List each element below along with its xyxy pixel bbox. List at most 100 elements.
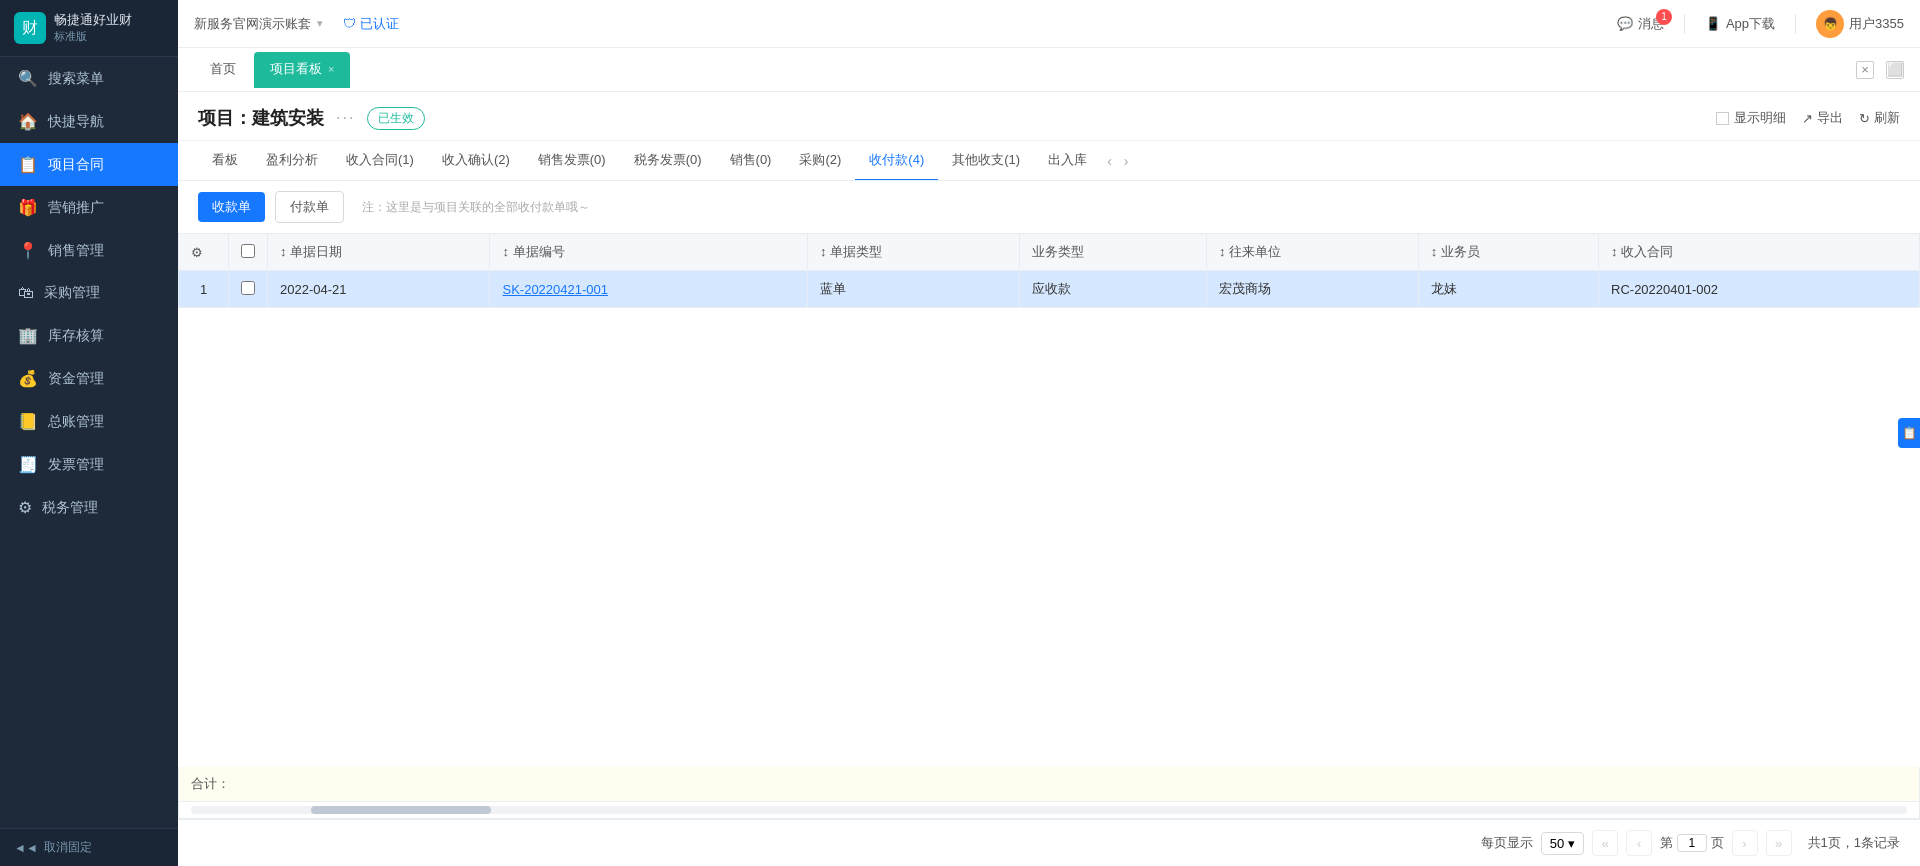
side-panel-toggle[interactable]: 📋 [1898,418,1920,448]
tab-close-icon[interactable]: × [328,63,334,75]
col-type-label: ↕ 单据类型 [820,244,882,259]
sidebar-item-9[interactable]: 🧾发票管理 [0,443,178,486]
sidebar-header: 财 畅捷通好业财 标准版 [0,0,178,57]
sub-tab-inventory[interactable]: 出入库 [1034,141,1101,181]
sub-tab-profit[interactable]: 盈利分析 [252,141,332,181]
project-prefix: 项目： [198,108,252,128]
next-page-button[interactable]: › [1732,830,1758,856]
sidebar-item-10[interactable]: ⚙税务管理 [0,486,178,529]
account-selector[interactable]: 新服务官网演示账套 ▾ [194,15,323,33]
nav-icon-1: 🏠 [18,112,38,131]
nav-icon-7: 💰 [18,369,38,388]
project-title: 项目：建筑安装 [198,106,324,130]
sidebar-item-7[interactable]: 💰资金管理 [0,357,178,400]
export-button[interactable]: ↗ 导出 [1802,109,1843,127]
table-summary: 合计： [178,767,1920,802]
sidebar-nav: 🔍搜索菜单 🏠 快捷导航 📋项目合同🎁营销推广 📍 销售管理 🛍采购管理🏢库存核算💰资金管理… [0,57,178,828]
col-header-contract[interactable]: ↕ 收入合同 [1599,234,1920,271]
app-download-button[interactable]: 📱 App下载 [1705,15,1775,33]
cell-biz-type: 应收款 [1019,271,1206,308]
sidebar-item-4[interactable]: 📍 销售管理 [0,229,178,272]
show-detail-checkbox[interactable]: 显示明细 [1716,109,1786,127]
app-logo: 财 [14,12,46,44]
col-salesman-label: ↕ 业务员 [1431,244,1480,259]
scroll-track[interactable] [191,806,1907,814]
refresh-button[interactable]: ↻ 刷新 [1859,109,1900,127]
sidebar-item-8[interactable]: 📒总账管理 [0,400,178,443]
sidebar-item-2[interactable]: 📋项目合同 [0,143,178,186]
cell-number[interactable]: SK-20220421-001 [490,271,807,308]
col-date-label: ↕ 单据日期 [280,244,342,259]
number-link[interactable]: SK-20220421-001 [502,282,608,297]
cell-type: 蓝单 [807,271,1019,308]
checkbox-icon [1716,112,1729,125]
page-number-input[interactable] [1677,834,1707,852]
filter-bar: 收款单 付款单 注：这里是与项目关联的全部收付款单哦～ [178,181,1920,233]
last-page-button[interactable]: » [1766,830,1792,856]
table-scrollbar[interactable] [178,802,1920,819]
sub-tab-sales-invoice[interactable]: 销售发票(0) [524,141,620,181]
sub-tab-sales[interactable]: 销售(0) [716,141,786,181]
first-page-button[interactable]: « [1592,830,1618,856]
nav-icon-2: 📋 [18,155,38,174]
export-label: 导出 [1817,109,1843,127]
nav-icon-9: 🧾 [18,455,38,474]
per-page-select[interactable]: 50 ▾ [1541,832,1584,855]
cell-checkbox[interactable] [229,271,268,308]
sub-tab-other-income[interactable]: 其他收支(1) [938,141,1034,181]
sub-tab-income-confirm[interactable]: 收入确认(2) [428,141,524,181]
topbar-right: 💬 消息 1 📱 App下载 👦 用户3355 [1617,10,1904,38]
settings-icon[interactable]: ⚙ [191,245,203,260]
payments-button[interactable]: 付款单 [275,191,344,223]
scroll-thumb[interactable] [311,806,491,814]
nav-label-10: 税务管理 [42,499,98,517]
col-header-number[interactable]: ↕ 单据编号 [490,234,807,271]
col-header-type[interactable]: ↕ 单据类型 [807,234,1019,271]
sidebar-item-3[interactable]: 🎁营销推广 [0,186,178,229]
sidebar-item-1[interactable]: 🏠 快捷导航 [0,100,178,143]
project-more-button[interactable]: ··· [336,109,355,127]
tab-project-board[interactable]: 项目看板 × [254,52,350,88]
close-button[interactable]: × [1856,61,1874,79]
messages-button[interactable]: 💬 消息 1 [1617,15,1664,33]
prev-page-button[interactable]: ‹ [1626,830,1652,856]
cell-contract: RC-20220401-002 [1599,271,1920,308]
tabs-bar: 首页 项目看板 × × ⬜ [178,48,1920,92]
app-download-label: App下载 [1726,15,1775,33]
sub-tab-board[interactable]: 看板 [198,141,252,181]
col-header-checkbox [229,234,268,271]
table-row[interactable]: 1 2022-04-21 SK-20220421-001 蓝单 应收款 宏茂商场… [179,271,1920,308]
row-checkbox-0[interactable] [241,281,255,295]
nav-label-1: 快捷导航 [48,113,104,131]
select-all-checkbox[interactable] [241,244,255,258]
project-actions: 显示明细 ↗ 导出 ↻ 刷新 [1716,109,1900,127]
tab-home[interactable]: 首页 [194,52,252,88]
nav-label-4: 销售管理 [48,242,104,260]
sidebar-item-0[interactable]: 🔍搜索菜单 [0,57,178,100]
sub-tab-tax-invoice[interactable]: 税务发票(0) [620,141,716,181]
sidebar-item-5[interactable]: 🛍采购管理 [0,272,178,314]
sub-tab-purchase[interactable]: 采购(2) [785,141,855,181]
sub-tab-next-arrow[interactable]: › [1118,143,1135,179]
sub-tab-prev-arrow[interactable]: ‹ [1101,143,1118,179]
col-header-partner[interactable]: ↕ 往来单位 [1206,234,1418,271]
nav-icon-4: 📍 [18,241,38,260]
col-header-salesman[interactable]: ↕ 业务员 [1418,234,1598,271]
total-info: 共1页，1条记录 [1808,834,1900,852]
sub-tab-income-contract[interactable]: 收入合同(1) [332,141,428,181]
export-icon: ↗ [1802,111,1813,126]
sub-tabs: 看板 盈利分析 收入合同(1) 收入确认(2) 销售发票(0) 税务发票(0) … [178,141,1920,181]
maximize-button[interactable]: ⬜ [1886,61,1904,79]
col-header-date[interactable]: ↕ 单据日期 [268,234,490,271]
col-header-index: ⚙ [179,234,229,271]
user-menu[interactable]: 👦 用户3355 [1816,10,1904,38]
sub-tab-payment[interactable]: 收付款(4) [855,141,938,181]
phone-icon: 📱 [1705,16,1721,31]
sidebar-item-6[interactable]: 🏢库存核算 [0,314,178,357]
nav-icon-3: 🎁 [18,198,38,217]
sidebar-footer[interactable]: ◄◄ 取消固定 [0,828,178,866]
nav-label-8: 总账管理 [48,413,104,431]
window-controls: × ⬜ [1856,61,1904,79]
nav-label-0: 搜索菜单 [48,70,104,88]
receipts-button[interactable]: 收款单 [198,192,265,222]
